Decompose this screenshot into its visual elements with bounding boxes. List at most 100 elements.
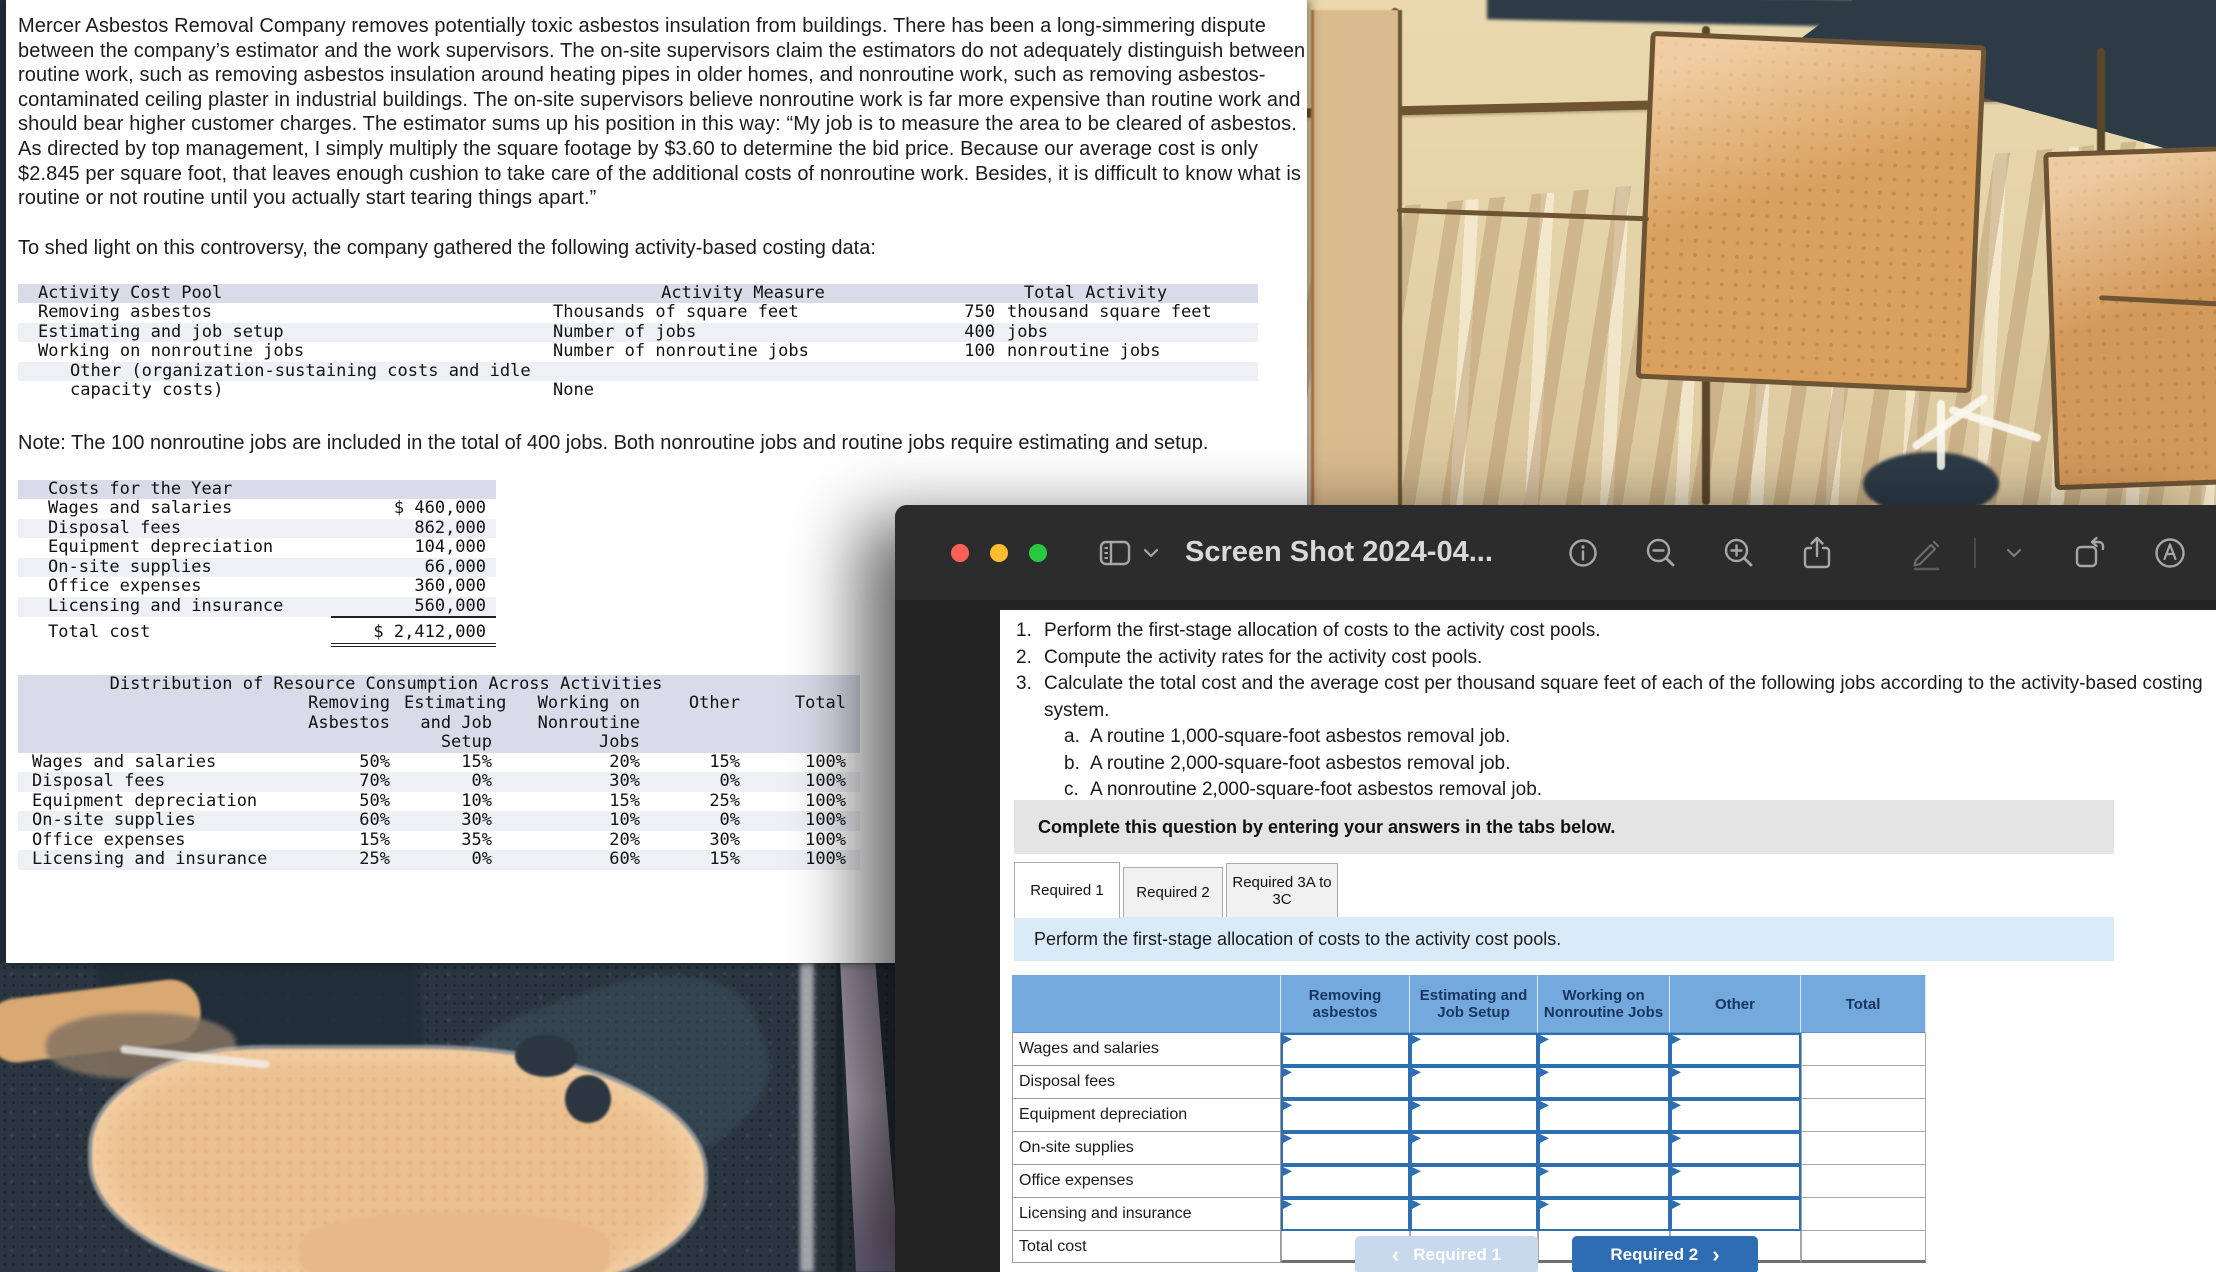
answer-input-cell[interactable] xyxy=(1281,1132,1410,1165)
activity-measure-cell: Number of jobs xyxy=(553,323,933,343)
cell-marker-icon xyxy=(1540,1101,1549,1115)
desktop: Mercer Asbestos Removal Company removes … xyxy=(0,0,2216,1272)
answer-row: Licensing and insurance xyxy=(1012,1198,1926,1231)
distribution-value-cell: 100% xyxy=(754,811,860,831)
distribution-value-cell: 30% xyxy=(654,831,754,851)
answer-input-cell[interactable] xyxy=(1538,1165,1670,1198)
answer-input-cell[interactable] xyxy=(1410,1132,1538,1165)
distribution-corner-cell xyxy=(18,694,276,753)
activity-unit-cell: thousand square feet xyxy=(995,303,1258,323)
costs-table-row: Equipment depreciation104,000 xyxy=(18,538,496,558)
distribution-value-cell: 50% xyxy=(276,792,404,812)
answer-input-cell[interactable] xyxy=(1281,1033,1410,1066)
next-button-label: Required 2 xyxy=(1610,1245,1698,1265)
item-number: 1. xyxy=(1016,618,1044,645)
wallpaper-spray xyxy=(1937,400,1945,470)
markup-pencil-icon[interactable] xyxy=(1908,535,1944,571)
distribution-value-cell: 15% xyxy=(654,753,754,773)
tab-required-2[interactable]: Required 2 xyxy=(1123,867,1223,918)
answer-input-cell[interactable] xyxy=(1281,1165,1410,1198)
answer-input-cell[interactable] xyxy=(1410,1099,1538,1132)
sub-item: b. A routine 2,000-square-foot asbestos … xyxy=(1016,751,2206,778)
titlebar[interactable]: Screen Shot 2024-04... xyxy=(895,505,2216,600)
answer-col-header: Total xyxy=(1801,975,1926,1033)
distribution-value-cell: 30% xyxy=(404,811,506,831)
rotate-icon[interactable] xyxy=(2072,535,2108,571)
answer-input-cell[interactable] xyxy=(1281,1066,1410,1099)
answer-input-cell[interactable] xyxy=(1670,1132,1801,1165)
answer-input-cell[interactable] xyxy=(1670,1198,1801,1231)
activity-table-row: Estimating and job setupNumber of jobs40… xyxy=(18,323,1258,343)
costs-table-row: Licensing and insurance560,000 xyxy=(18,597,496,618)
answer-input-cell[interactable] xyxy=(1410,1165,1538,1198)
answer-input-cell[interactable] xyxy=(1410,1033,1538,1066)
answer-total-cell xyxy=(1801,1099,1926,1132)
distribution-value-cell: 35% xyxy=(404,831,506,851)
wallpaper-notch xyxy=(565,1075,611,1123)
total-value-cell: $ 2,412,000 xyxy=(331,623,496,645)
answer-input-cell[interactable] xyxy=(1538,1198,1670,1231)
answer-input-cell[interactable] xyxy=(1670,1066,1801,1099)
close-button[interactable] xyxy=(951,544,969,562)
sidebar-toggle[interactable] xyxy=(1097,536,1159,570)
distribution-row: Equipment depreciation50%10%15%25%100% xyxy=(18,792,860,812)
chevron-down-icon[interactable] xyxy=(2006,547,2022,559)
distribution-row: Licensing and insurance25%0%60%15%100% xyxy=(18,850,860,870)
answer-input-cell[interactable] xyxy=(1670,1165,1801,1198)
activity-pool-cell: Estimating and job setup xyxy=(18,323,553,343)
answer-input-cell[interactable] xyxy=(1410,1198,1538,1231)
distribution-row: Disposal fees70%0%30%0%100% xyxy=(18,772,860,792)
traffic-lights xyxy=(895,544,1047,562)
chevron-down-icon[interactable] xyxy=(1143,547,1159,559)
sidebar-icon[interactable] xyxy=(1097,536,1133,570)
costs-total-row: Total cost$ 2,412,000 xyxy=(18,623,496,645)
cell-marker-icon xyxy=(1540,1068,1549,1082)
info-icon[interactable] xyxy=(1566,536,1600,570)
cell-marker-icon xyxy=(1540,1134,1549,1148)
share-icon[interactable] xyxy=(1800,535,1834,571)
answer-row: On-site supplies xyxy=(1012,1132,1926,1165)
cost-value-cell: 66,000 xyxy=(331,558,496,578)
fullscreen-button[interactable] xyxy=(1029,544,1047,562)
tab-bar: Required 1Required 2Required 3A to 3C xyxy=(1014,862,1341,918)
cell-marker-icon xyxy=(1283,1101,1292,1115)
answer-input-cell[interactable] xyxy=(1538,1132,1670,1165)
answer-input-cell[interactable] xyxy=(1670,1033,1801,1066)
answer-input-cell[interactable] xyxy=(1670,1099,1801,1132)
answer-input-cell[interactable] xyxy=(1538,1033,1670,1066)
requirement-text: Perform the first-stage allocation of co… xyxy=(1044,618,1601,645)
chevron-right-icon: › xyxy=(1712,1244,1719,1266)
cell-marker-icon xyxy=(1412,1101,1421,1115)
answer-input-cell[interactable] xyxy=(1538,1099,1670,1132)
distribution-col-header: Other xyxy=(654,694,754,753)
distribution-value-cell: 70% xyxy=(276,772,404,792)
activity-table-header-total: Total Activity xyxy=(933,284,1258,304)
distribution-table-title: Distribution of Resource Consumption Acr… xyxy=(18,675,754,695)
quicklook-window: Screen Shot 2024-04... xyxy=(895,505,2216,1272)
answer-input-cell[interactable] xyxy=(1281,1198,1410,1231)
tab-required-3[interactable]: Required 3A to 3C xyxy=(1226,863,1338,918)
answer-total-cell xyxy=(1801,1165,1926,1198)
distribution-label-cell: Licensing and insurance xyxy=(18,850,276,870)
answer-input-cell[interactable] xyxy=(1538,1066,1670,1099)
required-2-next-button[interactable]: Required 2 › xyxy=(1572,1236,1758,1272)
tab-required-1[interactable]: Required 1 xyxy=(1014,862,1120,918)
required-1-prev-button[interactable]: ‹ Required 1 xyxy=(1355,1236,1538,1272)
distribution-label-cell: Wages and salaries xyxy=(18,753,276,773)
activity-qty-cell xyxy=(933,381,995,401)
activity-measure-cell xyxy=(553,362,933,382)
zoom-out-icon[interactable] xyxy=(1644,536,1678,570)
distribution-label-cell: Equipment depreciation xyxy=(18,792,276,812)
answer-input-cell[interactable] xyxy=(1410,1066,1538,1099)
wallpaper-navy-blob xyxy=(1863,452,1999,512)
zoom-in-icon[interactable] xyxy=(1722,536,1756,570)
distribution-value-cell: 100% xyxy=(754,753,860,773)
distribution-value-cell: 15% xyxy=(276,831,404,851)
annotate-icon[interactable] xyxy=(2152,535,2188,571)
minimize-button[interactable] xyxy=(990,544,1008,562)
distribution-value-cell: 0% xyxy=(654,811,754,831)
distribution-label-cell: On-site supplies xyxy=(18,811,276,831)
sub-item: a. A routine 1,000-square-foot asbestos … xyxy=(1016,724,2206,751)
answer-input-cell[interactable] xyxy=(1281,1099,1410,1132)
screenshot-content: 1. Perform the first-stage allocation of… xyxy=(1000,610,2216,1272)
